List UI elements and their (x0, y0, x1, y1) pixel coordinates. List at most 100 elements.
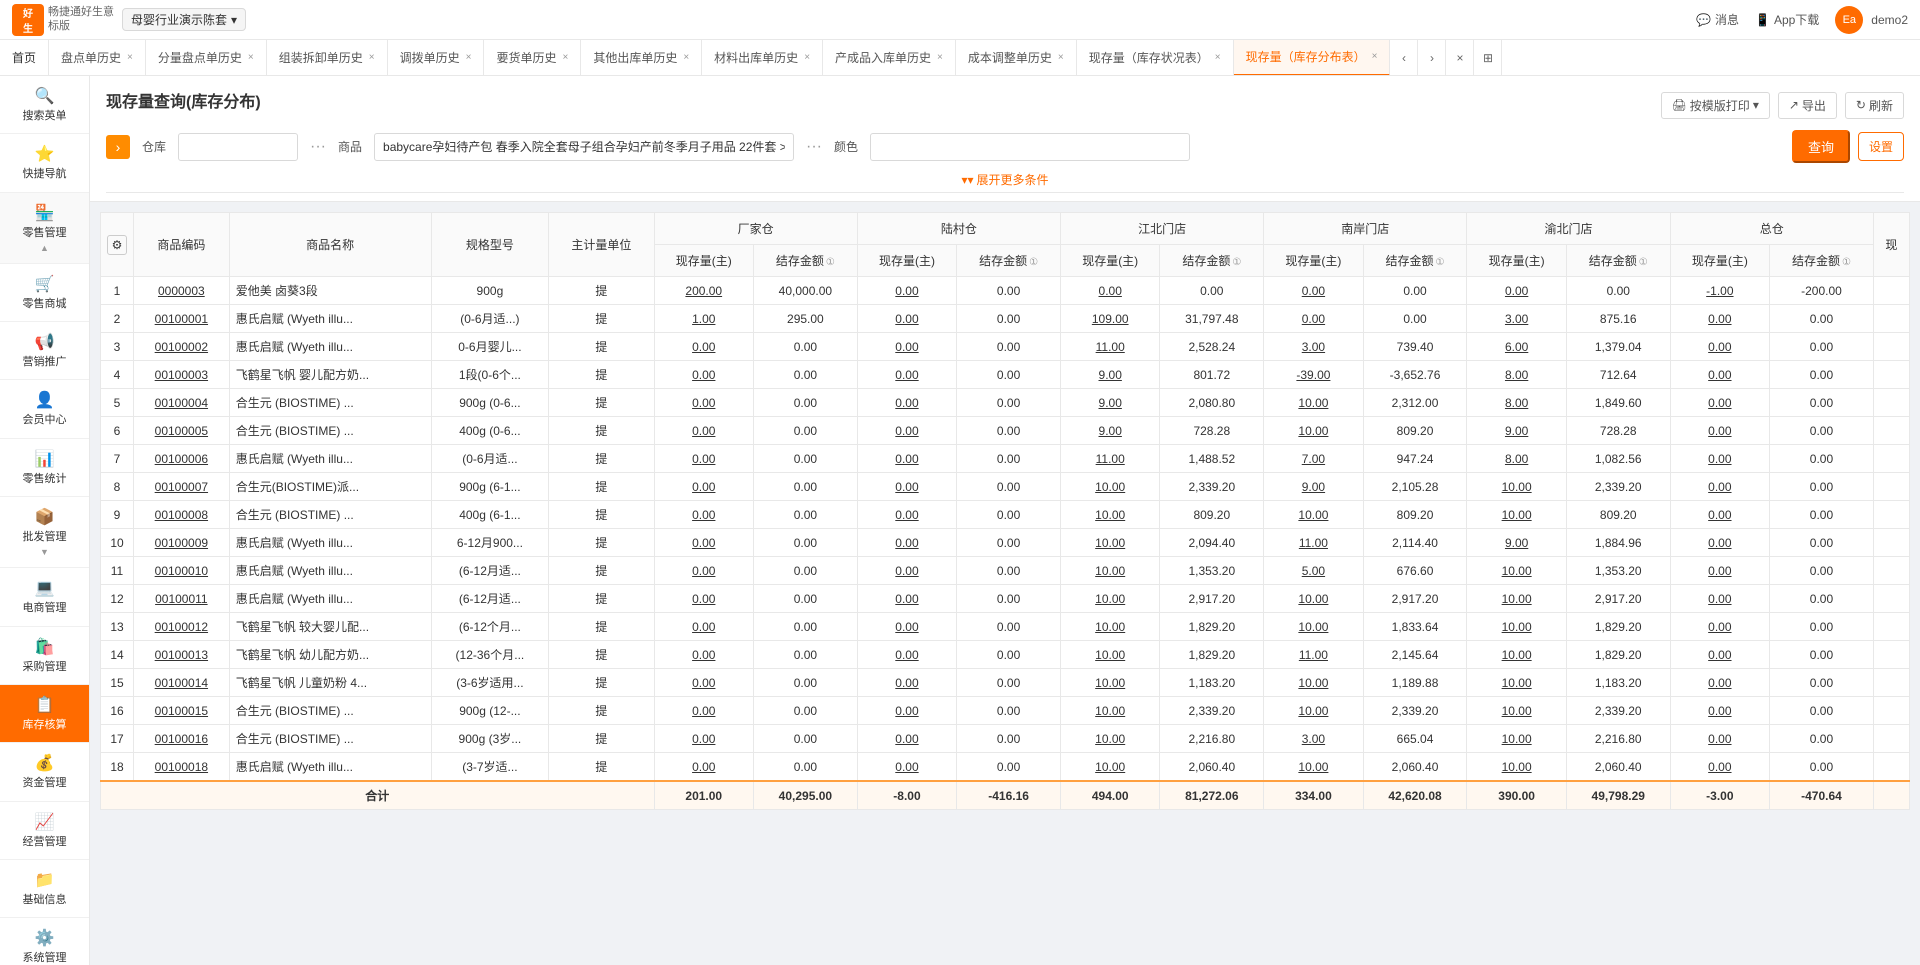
tab-product-in[interactable]: 产成品入库单历史 × (823, 40, 956, 76)
yubei-qty[interactable]: 10.00 (1467, 641, 1566, 669)
nanan-qty[interactable]: 10.00 (1264, 613, 1363, 641)
tab-combo-split[interactable]: 组装拆卸单历史 × (267, 40, 388, 76)
jiangbei-qty[interactable]: 0.00 (1060, 277, 1159, 305)
tab-other-out[interactable]: 其他出库单历史 × (581, 40, 702, 76)
factory-qty[interactable]: 0.00 (654, 529, 753, 557)
jiangbei-qty[interactable]: 10.00 (1060, 641, 1159, 669)
product-code[interactable]: 00100016 (134, 725, 230, 753)
close-icon[interactable]: × (466, 52, 472, 63)
industry-selector[interactable]: 母婴行业演示陈套 ▾ (122, 8, 246, 31)
lucun-qty[interactable]: 0.00 (857, 361, 956, 389)
info-icon[interactable]: ① (1842, 257, 1851, 268)
nanan-qty[interactable]: 10.00 (1264, 585, 1363, 613)
jiangbei-qty[interactable]: 9.00 (1060, 361, 1159, 389)
filter-expand-button[interactable]: › (106, 135, 130, 159)
nanan-qty[interactable]: 10.00 (1264, 417, 1363, 445)
factory-qty[interactable]: 0.00 (654, 557, 753, 585)
nanan-qty[interactable]: 10.00 (1264, 697, 1363, 725)
nanan-qty[interactable]: 5.00 (1264, 557, 1363, 585)
total-qty[interactable]: 0.00 (1670, 641, 1769, 669)
goods-dots[interactable]: ··· (806, 138, 822, 156)
jiangbei-qty[interactable]: 11.00 (1060, 333, 1159, 361)
total-qty[interactable]: 0.00 (1670, 361, 1769, 389)
sidebar-item-retail-store[interactable]: 🛒 零售商城 (0, 264, 89, 322)
product-code[interactable]: 00100005 (134, 417, 230, 445)
tab-material-out[interactable]: 材料出库单历史 × (702, 40, 823, 76)
jiangbei-qty[interactable]: 10.00 (1060, 473, 1159, 501)
yubei-qty[interactable]: 9.00 (1467, 417, 1566, 445)
nanan-qty[interactable]: 7.00 (1264, 445, 1363, 473)
jiangbei-qty[interactable]: 9.00 (1060, 417, 1159, 445)
yubei-qty[interactable]: 8.00 (1467, 389, 1566, 417)
yubei-qty[interactable]: 3.00 (1467, 305, 1566, 333)
th-settings[interactable]: ⚙ (101, 213, 134, 277)
tab-home[interactable]: 首页 (0, 40, 49, 76)
lucun-qty[interactable]: 0.00 (857, 529, 956, 557)
tab-alloc[interactable]: 调拨单历史 × (388, 40, 485, 76)
jiangbei-qty[interactable]: 10.00 (1060, 753, 1159, 782)
factory-qty[interactable]: 0.00 (654, 333, 753, 361)
yubei-qty[interactable]: 10.00 (1467, 669, 1566, 697)
total-qty[interactable]: 0.00 (1670, 305, 1769, 333)
close-icon[interactable]: × (369, 52, 375, 63)
total-qty[interactable]: 0.00 (1670, 697, 1769, 725)
lucun-qty[interactable]: 0.00 (857, 641, 956, 669)
tab-stock-status[interactable]: 现存量（库存状况表）× (1077, 40, 1234, 76)
lucun-qty[interactable]: 0.00 (857, 725, 956, 753)
jiangbei-qty[interactable]: 109.00 (1060, 305, 1159, 333)
factory-qty[interactable]: 200.00 (654, 277, 753, 305)
total-qty[interactable]: 0.00 (1670, 473, 1769, 501)
tab-inventory-count[interactable]: 盘点单历史 × (49, 40, 146, 76)
close-icon[interactable]: × (1372, 51, 1378, 62)
nanan-qty[interactable]: 9.00 (1264, 473, 1363, 501)
sidebar-item-retail-stats[interactable]: 📊 零售统计 (0, 439, 89, 497)
nanan-qty[interactable]: 0.00 (1264, 277, 1363, 305)
sidebar-item-inventory[interactable]: 📋 库存核算 (0, 685, 89, 743)
factory-qty[interactable]: 0.00 (654, 585, 753, 613)
nanan-qty[interactable]: 10.00 (1264, 389, 1363, 417)
yubei-qty[interactable]: 10.00 (1467, 501, 1566, 529)
nanan-qty[interactable]: -39.00 (1264, 361, 1363, 389)
message-link[interactable]: 💬 消息 (1696, 11, 1739, 28)
factory-qty[interactable]: 0.00 (654, 669, 753, 697)
total-qty[interactable]: 0.00 (1670, 529, 1769, 557)
product-code[interactable]: 00100001 (134, 305, 230, 333)
yubei-qty[interactable]: 8.00 (1467, 361, 1566, 389)
lucun-qty[interactable]: 0.00 (857, 501, 956, 529)
total-qty[interactable]: 0.00 (1670, 669, 1769, 697)
factory-qty[interactable]: 0.00 (654, 641, 753, 669)
goods-input[interactable] (374, 133, 794, 161)
jiangbei-qty[interactable]: 9.00 (1060, 389, 1159, 417)
sidebar-item-ecommerce[interactable]: 💻 电商管理 (0, 568, 89, 626)
tab-sub-count[interactable]: 分量盘点单历史 × (146, 40, 267, 76)
info-icon[interactable]: ① (826, 257, 835, 268)
yubei-qty[interactable]: 10.00 (1467, 473, 1566, 501)
tab-expand-btn[interactable]: ⊞ (1474, 40, 1502, 76)
product-code[interactable]: 00100010 (134, 557, 230, 585)
settings-icon[interactable]: ⚙ (107, 235, 127, 255)
total-qty[interactable]: 0.00 (1670, 333, 1769, 361)
tab-prev-btn[interactable]: ‹ (1390, 40, 1418, 76)
close-icon[interactable]: × (1215, 52, 1221, 63)
factory-qty[interactable]: 0.00 (654, 417, 753, 445)
close-icon[interactable]: × (937, 52, 943, 63)
yubei-qty[interactable]: 6.00 (1467, 333, 1566, 361)
info-icon[interactable]: ① (1639, 257, 1648, 268)
product-code[interactable]: 00100012 (134, 613, 230, 641)
lucun-qty[interactable]: 0.00 (857, 585, 956, 613)
total-qty[interactable]: 0.00 (1670, 753, 1769, 782)
jiangbei-qty[interactable]: 10.00 (1060, 557, 1159, 585)
total-qty[interactable]: 0.00 (1670, 501, 1769, 529)
jiangbei-qty[interactable]: 10.00 (1060, 613, 1159, 641)
nanan-qty[interactable]: 10.00 (1264, 669, 1363, 697)
nanan-qty[interactable]: 3.00 (1264, 725, 1363, 753)
lucun-qty[interactable]: 0.00 (857, 697, 956, 725)
info-icon[interactable]: ① (1232, 257, 1241, 268)
product-code[interactable]: 00100003 (134, 361, 230, 389)
product-code[interactable]: 00100013 (134, 641, 230, 669)
product-code[interactable]: 00100008 (134, 501, 230, 529)
jiangbei-qty[interactable]: 10.00 (1060, 529, 1159, 557)
lucun-qty[interactable]: 0.00 (857, 417, 956, 445)
sidebar-item-finance[interactable]: 💰 资金管理 (0, 743, 89, 801)
factory-qty[interactable]: 0.00 (654, 361, 753, 389)
